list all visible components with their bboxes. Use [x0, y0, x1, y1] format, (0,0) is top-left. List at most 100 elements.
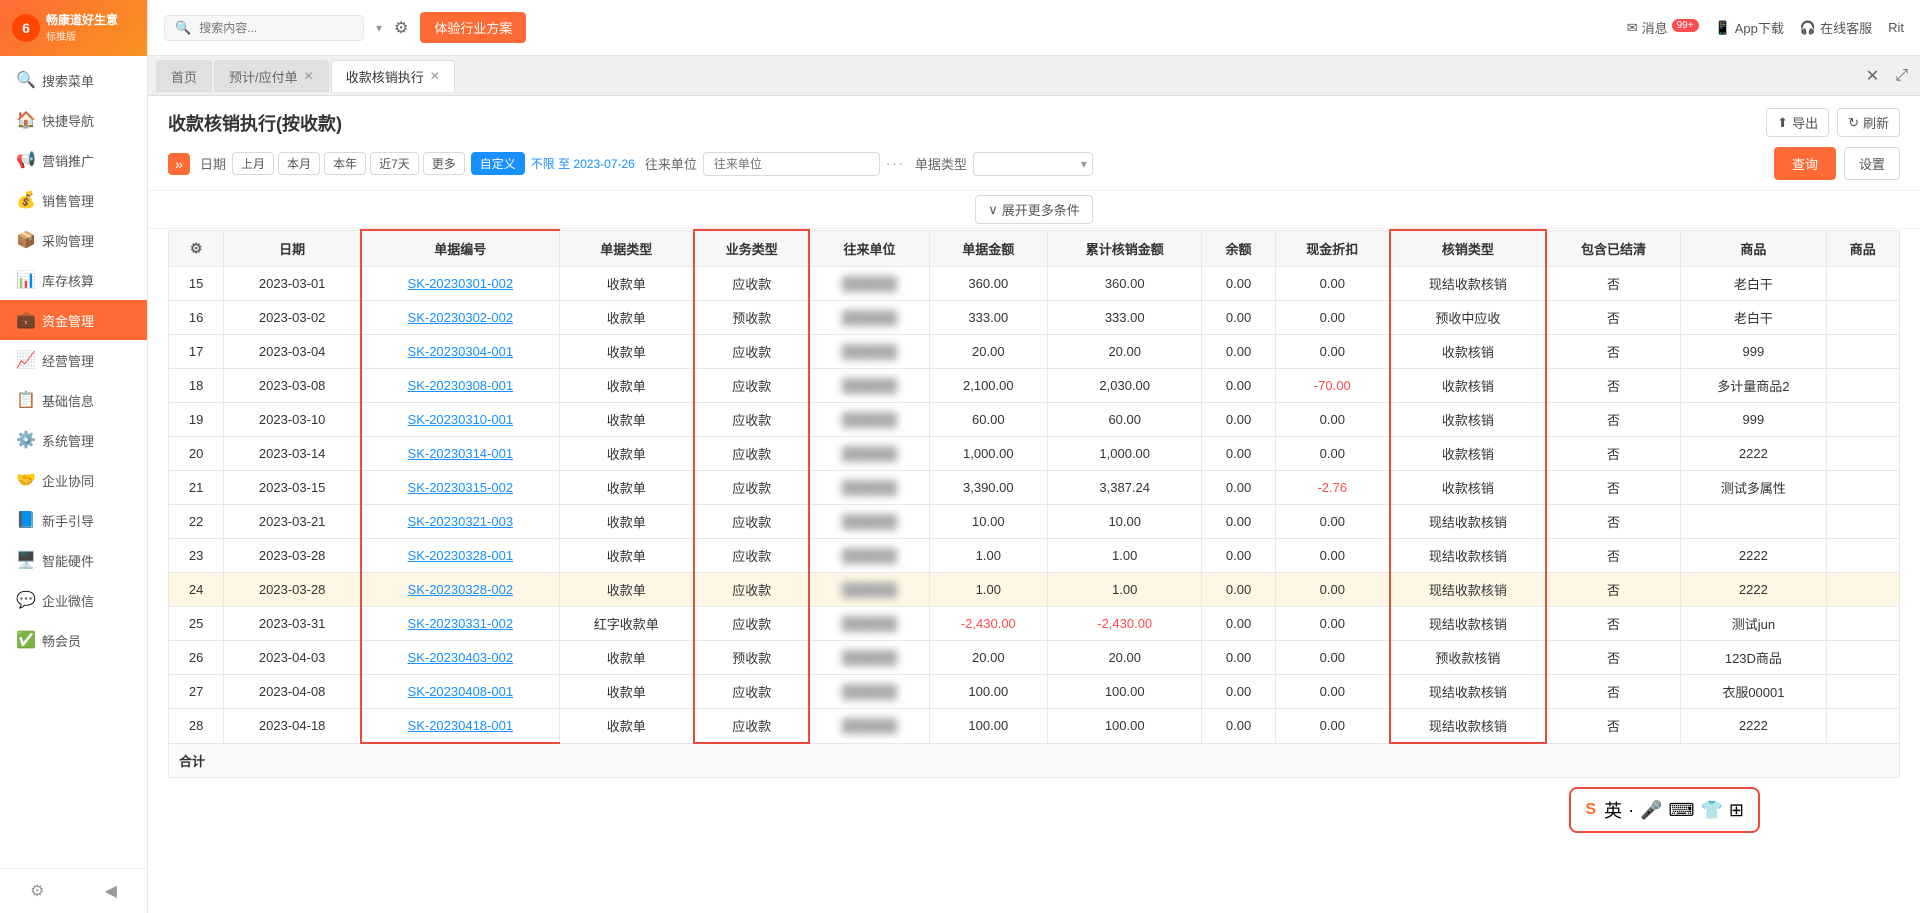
counterpart-input[interactable] — [703, 152, 880, 176]
sidebar-settings-icon[interactable]: ⚙ — [22, 877, 52, 905]
cell-biz-type: 应收款 — [694, 471, 809, 505]
cell-cash-discount: 0.00 — [1275, 505, 1390, 539]
cell-write-off-type: 现结收款核销 — [1390, 607, 1546, 641]
sidebar-label-member: 畅会员 — [42, 631, 81, 650]
sidebar-item-marketing[interactable]: 📢 营销推广 — [0, 140, 147, 180]
total-label: 合计 — [169, 743, 1900, 778]
sidebar: 6 畅康道好生意 标推版 🔍 搜索菜单 🏠 快捷导航 📢 营销推广 💰 销售管理… — [0, 0, 148, 913]
doc-type-select[interactable] — [973, 152, 1093, 176]
sidebar-icon-search: 🔍 — [16, 70, 34, 90]
sidebar-icon-hardware: 🖥️ — [16, 550, 34, 570]
sidebar-item-member[interactable]: ✅ 畅会员 — [0, 620, 147, 660]
app-download-action[interactable]: 📱 App下载 — [1715, 18, 1784, 37]
doc-no-link[interactable]: SK-20230304-001 — [408, 344, 514, 359]
doc-type-select-wrap — [973, 152, 1093, 176]
topbar-gear-icon[interactable]: ⚙ — [394, 18, 408, 38]
topbar-search-box[interactable]: 🔍 — [164, 15, 364, 41]
page-header: 收款核销执行(按收款) ⬆ 导出 ↻ 刷新 — [148, 96, 1920, 137]
tab-home[interactable]: 首页 — [156, 60, 212, 92]
search-input[interactable] — [199, 21, 339, 35]
cell-doc-amount: 10.00 — [929, 505, 1047, 539]
cell-product2 — [1826, 301, 1899, 335]
th-gear[interactable]: ⚙ — [169, 230, 224, 267]
cell-date: 2023-03-02 — [224, 301, 361, 335]
sidebar-item-inventory[interactable]: 📊 库存核算 — [0, 260, 147, 300]
export-button[interactable]: ⬆ 导出 — [1766, 108, 1829, 137]
doc-no-link[interactable]: SK-20230314-001 — [408, 446, 514, 461]
table-row: 15 2023-03-01 SK-20230301-002 收款单 应收款 ██… — [169, 267, 1900, 301]
cell-product: 测试多属性 — [1681, 471, 1826, 505]
sidebar-item-hardware[interactable]: 🖥️ 智能硬件 — [0, 540, 147, 580]
filter-settings-button[interactable]: 设置 — [1844, 147, 1900, 180]
sidebar-item-quicknav[interactable]: 🏠 快捷导航 — [0, 100, 147, 140]
cell-cumulative: 20.00 — [1048, 641, 1202, 675]
cell-doc-type: 收款单 — [559, 709, 694, 744]
sidebar-item-finance[interactable]: 💼 资金管理 — [0, 300, 147, 340]
sidebar-item-sales[interactable]: 💰 销售管理 — [0, 180, 147, 220]
cell-product2 — [1826, 471, 1899, 505]
doc-no-link[interactable]: SK-20230328-002 — [408, 582, 514, 597]
counterpart-value: ██████ — [842, 310, 897, 325]
sidebar-item-system[interactable]: ⚙️ 系统管理 — [0, 420, 147, 460]
sidebar-item-search[interactable]: 🔍 搜索菜单 — [0, 60, 147, 100]
doc-no-link[interactable]: SK-20230308-001 — [408, 378, 514, 393]
table-gear-icon[interactable]: ⚙ — [190, 240, 203, 256]
refresh-button[interactable]: ↻ 刷新 — [1837, 108, 1900, 137]
doc-no-link[interactable]: SK-20230403-002 — [408, 650, 514, 665]
sidebar-item-purchase[interactable]: 📦 采购管理 — [0, 220, 147, 260]
tab-receipt[interactable]: 收款核销执行 ✕ — [331, 60, 455, 92]
this-year-btn[interactable]: 本年 — [324, 152, 366, 175]
doc-no-link[interactable]: SK-20230315-002 — [408, 480, 514, 495]
user-name[interactable]: Rit — [1888, 20, 1904, 35]
cell-seq: 22 — [169, 505, 224, 539]
sidebar-icon-sales: 💰 — [16, 190, 34, 210]
this-month-btn[interactable]: 本月 — [278, 152, 320, 175]
last-month-btn[interactable]: 上月 — [232, 152, 274, 175]
cell-include-settled: 否 — [1546, 675, 1681, 709]
doc-no-link[interactable]: SK-20230301-002 — [408, 276, 514, 291]
expand-conditions-button[interactable]: ∨ 展开更多条件 — [975, 195, 1093, 224]
doc-no-link[interactable]: SK-20230310-001 — [408, 412, 514, 427]
th-product: 商品 — [1681, 230, 1826, 267]
tab-payable-close-icon[interactable]: ✕ — [304, 69, 314, 83]
cell-include-settled: 否 — [1546, 403, 1681, 437]
sidebar-collapse-icon[interactable]: ◀ — [97, 877, 125, 905]
tab-payable[interactable]: 预计/应付单 ✕ — [214, 60, 329, 92]
tab-close-all-icon[interactable]: ✕ — [1862, 62, 1883, 90]
cell-cash-discount: 0.00 — [1275, 335, 1390, 369]
sidebar-icon-inventory: 📊 — [16, 270, 34, 290]
online-service-action[interactable]: 🎧 在线客服 — [1800, 18, 1872, 37]
search-icon: 🔍 — [175, 20, 191, 36]
custom-date-btn[interactable]: 自定义 — [471, 152, 525, 175]
th-date: 日期 — [224, 230, 361, 267]
doc-no-link[interactable]: SK-20230328-001 — [408, 548, 514, 563]
message-action[interactable]: ✉ 消息 99+ — [1627, 18, 1699, 37]
cell-doc-type: 收款单 — [559, 471, 694, 505]
sidebar-item-enterprise[interactable]: 🤝 企业协同 — [0, 460, 147, 500]
doc-no-link[interactable]: SK-20230331-002 — [408, 616, 514, 631]
sidebar-item-operations[interactable]: 📈 经营管理 — [0, 340, 147, 380]
sidebar-item-wecom[interactable]: 💬 企业微信 — [0, 580, 147, 620]
cell-counterpart: ██████ — [809, 607, 929, 641]
doc-no-link[interactable]: SK-20230321-003 — [408, 514, 514, 529]
sidebar-icon-finance: 💼 — [16, 310, 34, 330]
table-total-row: 合计 — [169, 743, 1900, 778]
cell-product2 — [1826, 607, 1899, 641]
more-date-btn[interactable]: 更多 — [423, 152, 465, 175]
query-button[interactable]: 查询 — [1774, 147, 1836, 180]
last-7-days-btn[interactable]: 近7天 — [370, 152, 419, 175]
doc-no-link[interactable]: SK-20230302-002 — [408, 310, 514, 325]
counterpart-value: ██████ — [842, 514, 897, 529]
doc-no-link[interactable]: SK-20230418-001 — [408, 718, 514, 733]
filter-expand-button[interactable]: » — [168, 153, 190, 175]
cell-include-settled: 否 — [1546, 641, 1681, 675]
sidebar-item-basic[interactable]: 📋 基础信息 — [0, 380, 147, 420]
sidebar-item-guide[interactable]: 📘 新手引导 — [0, 500, 147, 540]
tab-receipt-close-icon[interactable]: ✕ — [430, 69, 440, 83]
tab-expand-icon[interactable]: ⤢ — [1891, 63, 1912, 89]
cell-date: 2023-04-08 — [224, 675, 361, 709]
cell-cumulative: 3,387.24 — [1048, 471, 1202, 505]
solution-button[interactable]: 体验行业方案 — [420, 12, 526, 43]
tab-payable-label: 预计/应付单 — [229, 67, 298, 86]
doc-no-link[interactable]: SK-20230408-001 — [408, 684, 514, 699]
